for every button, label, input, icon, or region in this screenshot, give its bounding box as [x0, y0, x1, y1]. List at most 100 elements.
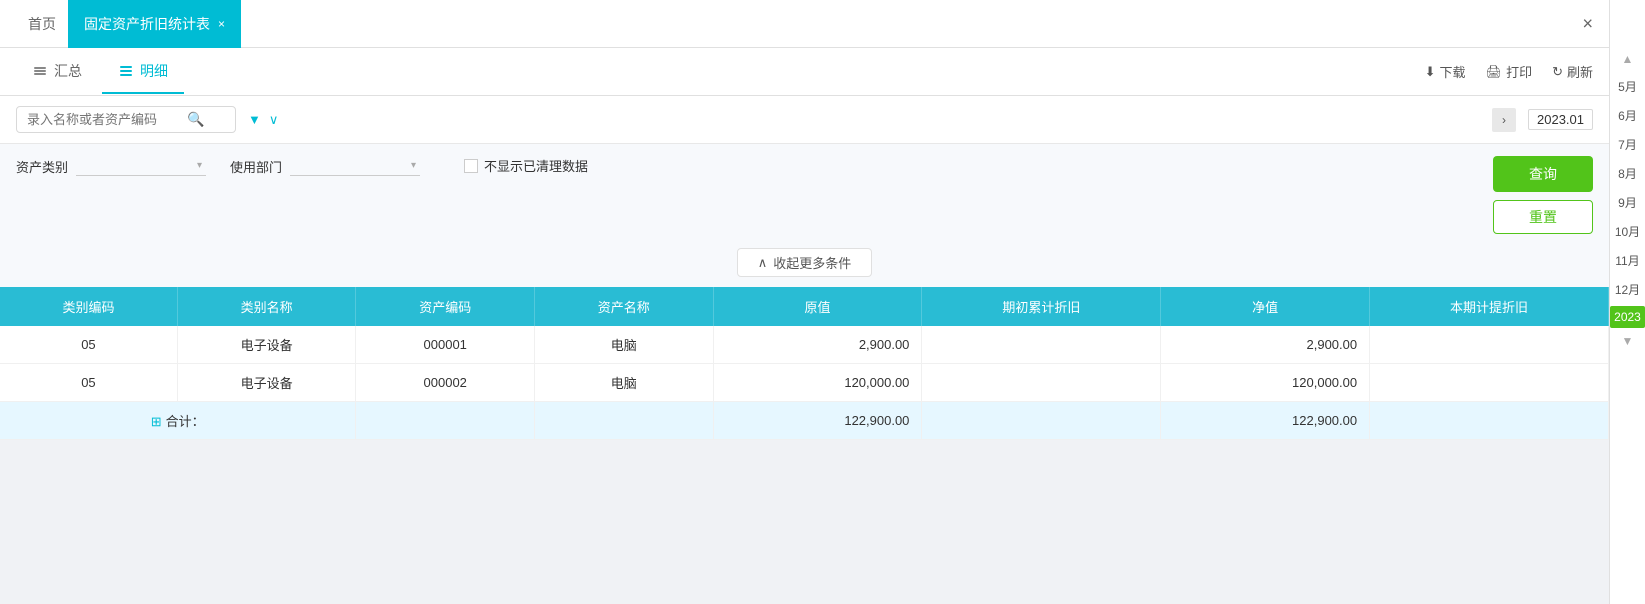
col-category-code: 类别编码: [0, 287, 177, 326]
cell-current-depreciation: [1370, 364, 1609, 402]
total-label: ⊞合计：: [0, 402, 356, 440]
window-close-button[interactable]: ×: [1582, 13, 1593, 34]
col-current-depreciation: 本期计提折旧: [1370, 287, 1609, 326]
table-container: 类别编码 类别名称 资产编码 资产名称 原值 期初累计折旧 净值 本期计提折旧 …: [0, 287, 1609, 440]
department-arrow-icon: ▾: [411, 160, 416, 171]
expand-right-button[interactable]: ›: [1492, 108, 1516, 132]
sub-tabs: 汇总 明细: [16, 48, 184, 95]
col-accum-depreciation: 期初累计折旧: [922, 287, 1161, 326]
list-icon: [118, 63, 134, 79]
collapse-label: 收起更多条件: [773, 253, 851, 272]
filter-row: 资产类别 ▾ 使用部门 ▾ 不显示已清理数据 查询 重置: [0, 144, 1609, 242]
search-input[interactable]: [27, 112, 187, 127]
download-icon: ⬇: [1425, 64, 1436, 80]
cell-category-name: 电子设备: [177, 326, 356, 364]
tab-detail-label: 明细: [140, 61, 168, 81]
hide-cleared-checkbox[interactable]: [464, 159, 478, 173]
cell-category-code: 05: [0, 326, 177, 364]
sub-tab-bar: 汇总 明细 ⬇ 下载 🖨 打印: [0, 48, 1609, 96]
search-input-wrap[interactable]: 🔍: [16, 106, 236, 133]
active-tab-label: 固定资产折旧统计表: [84, 14, 210, 34]
sidebar-scroll-down[interactable]: ▼: [1618, 330, 1638, 352]
download-button[interactable]: ⬇ 下载: [1425, 62, 1466, 81]
cell-net-value: 120,000.00: [1161, 364, 1370, 402]
cell-asset-code: 000001: [356, 326, 535, 364]
reset-button[interactable]: 重置: [1493, 200, 1593, 234]
tab-close-icon[interactable]: ×: [218, 17, 225, 31]
table-row: 05 电子设备 000002 电脑 120,000.00 120,000.00: [0, 364, 1609, 402]
sidebar-scroll-up[interactable]: ▲: [1618, 48, 1638, 70]
download-label: 下载: [1440, 62, 1466, 81]
asset-category-select[interactable]: ▾: [76, 156, 206, 176]
layers-icon: [32, 63, 48, 79]
print-icon: 🖨: [1486, 64, 1503, 80]
sidebar-month-item[interactable]: 6月: [1611, 101, 1644, 130]
print-button[interactable]: 🖨 打印: [1486, 62, 1533, 81]
cell-original-value: 120,000.00: [713, 364, 922, 402]
hide-cleared-group: 不显示已清理数据: [464, 156, 588, 175]
cell-category-name: 电子设备: [177, 364, 356, 402]
total-current-depreciation: [1370, 402, 1609, 440]
search-icon: 🔍: [187, 111, 204, 128]
sidebar-month-item[interactable]: 11月: [1611, 246, 1644, 275]
collapse-row: ∧ 收起更多条件: [0, 242, 1609, 287]
asset-category-arrow-icon: ▾: [197, 160, 202, 171]
table-header-row: 类别编码 类别名称 资产编码 资产名称 原值 期初累计折旧 净值 本期计提折旧: [0, 287, 1609, 326]
filter-buttons: 查询 重置: [1493, 156, 1593, 234]
cell-asset-code: 000002: [356, 364, 535, 402]
col-asset-name: 资产名称: [535, 287, 714, 326]
toolbar-actions: ⬇ 下载 🖨 打印 ↻ 刷新: [1425, 62, 1593, 81]
total-net-value: 122,900.00: [1161, 402, 1370, 440]
refresh-icon: ↻: [1552, 64, 1563, 80]
department-group: 使用部门 ▾: [230, 156, 420, 176]
col-original-value: 原值: [713, 287, 922, 326]
collapse-button[interactable]: ∧ 收起更多条件: [737, 248, 873, 277]
query-button[interactable]: 查询: [1493, 156, 1593, 192]
sidebar-month-item[interactable]: 7月: [1611, 130, 1644, 159]
sidebar-month-item[interactable]: 12月: [1611, 275, 1644, 304]
hide-cleared-label: 不显示已清理数据: [484, 156, 588, 175]
tab-summary-label: 汇总: [54, 61, 82, 81]
col-category-name: 类别名称: [177, 287, 356, 326]
tab-detail[interactable]: 明细: [102, 50, 184, 94]
refresh-label: 刷新: [1567, 62, 1593, 81]
date-badge: 2023.01: [1528, 109, 1593, 130]
total-accum-depreciation: [922, 402, 1161, 440]
col-asset-code: 资产编码: [356, 287, 535, 326]
active-tab[interactable]: 固定资产折旧统计表 ×: [68, 0, 241, 48]
total-row: ⊞合计： 122,900.00 122,900.00: [0, 402, 1609, 440]
sidebar-month-item[interactable]: 8月: [1611, 159, 1644, 188]
sidebar-month-item[interactable]: 10月: [1611, 217, 1644, 246]
cell-original-value: 2,900.00: [713, 326, 922, 364]
total-col4: [535, 402, 714, 440]
sidebar-month-item[interactable]: 9月: [1611, 188, 1644, 217]
asset-category-group: 资产类别 ▾: [16, 156, 206, 176]
filter-icon: ▼: [248, 112, 261, 127]
col-net-value: 净值: [1161, 287, 1370, 326]
chevron-up-icon: ∧: [758, 255, 768, 271]
nav-home[interactable]: 首页: [16, 14, 68, 34]
chevron-down-icon: ∨: [269, 112, 279, 128]
cell-accum-depreciation: [922, 326, 1161, 364]
cell-accum-depreciation: [922, 364, 1161, 402]
refresh-button[interactable]: ↻ 刷新: [1552, 62, 1593, 81]
tab-summary[interactable]: 汇总: [16, 50, 98, 94]
table-row: 05 电子设备 000001 电脑 2,900.00 2,900.00: [0, 326, 1609, 364]
right-sidebar: ▲ 5月6月7月8月9月10月11月12月 2023 ▼: [1609, 0, 1645, 604]
sidebar-year-badge[interactable]: 2023: [1610, 306, 1645, 328]
data-table: 类别编码 类别名称 资产编码 资产名称 原值 期初累计折旧 净值 本期计提折旧 …: [0, 287, 1609, 440]
total-col3: [356, 402, 535, 440]
sidebar-month-item[interactable]: 5月: [1611, 72, 1644, 101]
cell-current-depreciation: [1370, 326, 1609, 364]
cell-asset-name: 电脑: [535, 364, 714, 402]
department-select[interactable]: ▾: [290, 156, 420, 176]
print-label: 打印: [1506, 62, 1532, 81]
total-original-value: 122,900.00: [713, 402, 922, 440]
top-nav: 首页 固定资产折旧统计表 × ×: [0, 0, 1609, 48]
cell-net-value: 2,900.00: [1161, 326, 1370, 364]
cell-asset-name: 电脑: [535, 326, 714, 364]
more-conditions-button[interactable]: ▼ ∨: [248, 112, 278, 128]
search-bar: 🔍 ▼ ∨ › 2023.01: [0, 96, 1609, 144]
asset-category-label: 资产类别: [16, 157, 68, 176]
cell-category-code: 05: [0, 364, 177, 402]
